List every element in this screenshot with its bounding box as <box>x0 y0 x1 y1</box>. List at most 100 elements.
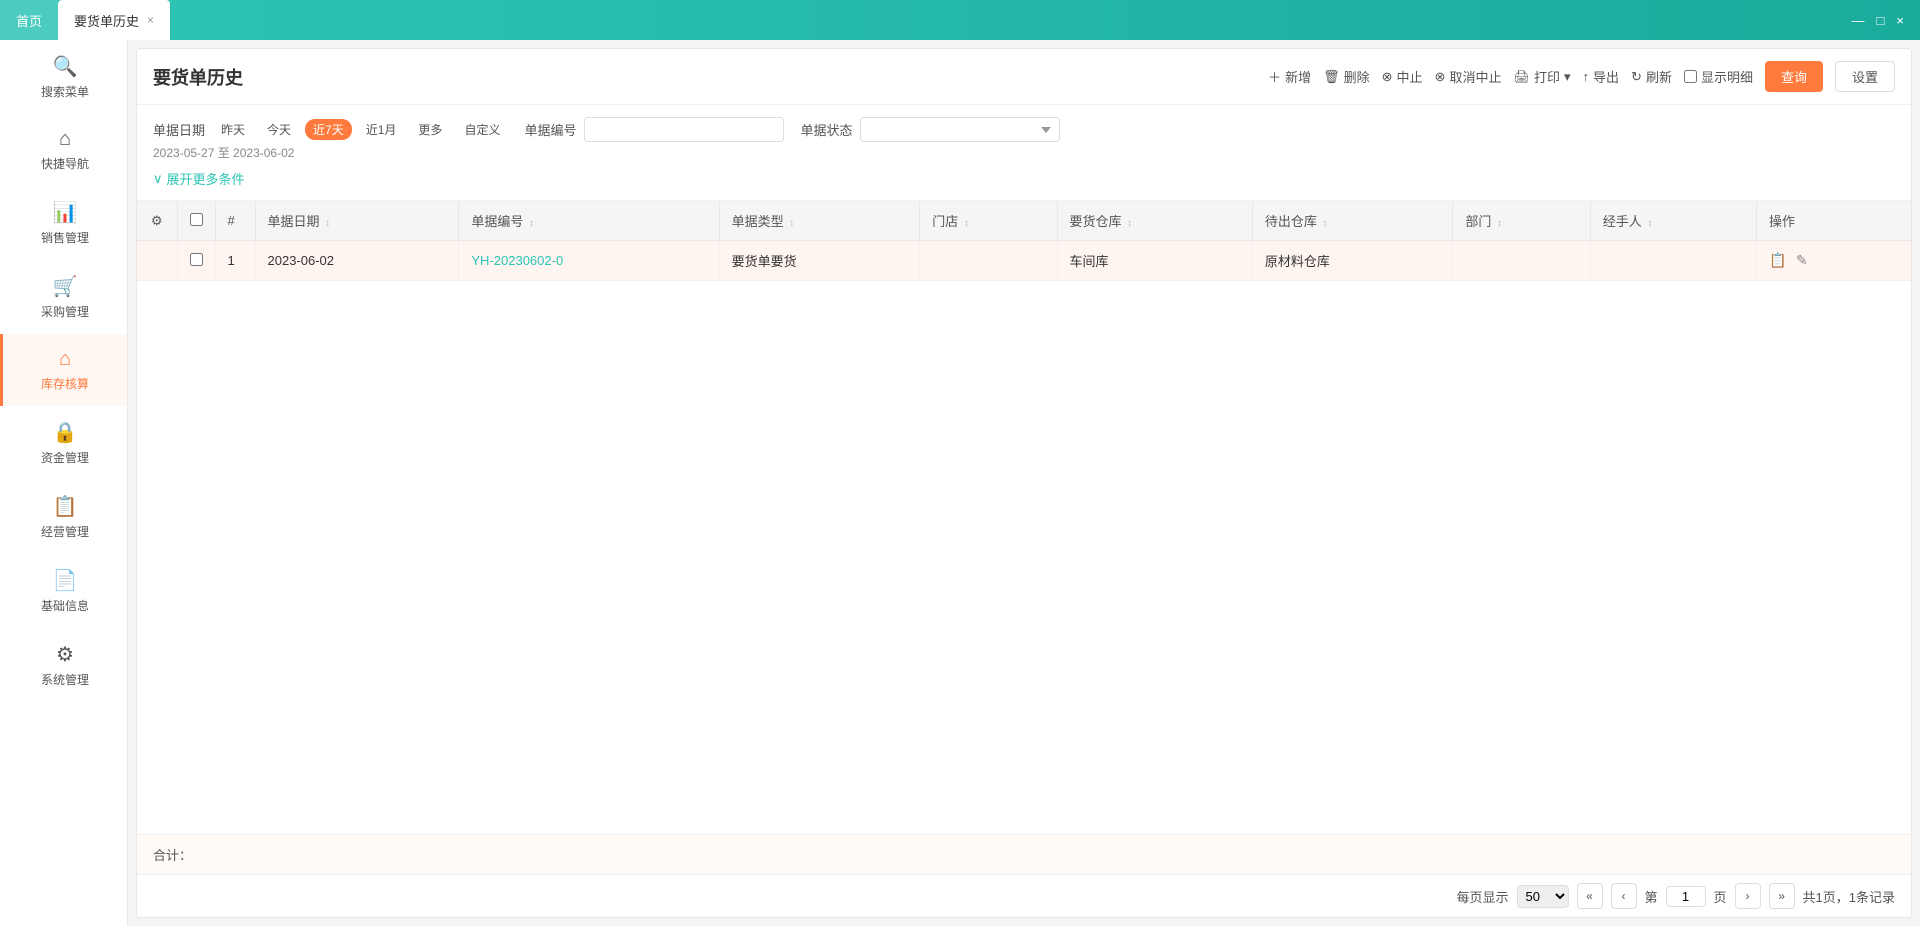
expand-more-label: 展开更多条件 <box>167 169 245 188</box>
print-icon: 🖨 <box>1513 69 1530 85</box>
print-button[interactable]: 🖨 打印 ▾ <box>1513 67 1570 86</box>
table-body: 1 2023-06-02 YH-20230602-0 要货单要货 车间库 原材料… <box>137 241 1911 281</box>
table-row: 1 2023-06-02 YH-20230602-0 要货单要货 车间库 原材料… <box>137 241 1911 281</box>
stop-icon: ⊗ <box>1382 69 1393 85</box>
tab-home-label: 首页 <box>16 11 42 30</box>
row-doc-no-link[interactable]: YH-20230602-0 <box>471 253 563 268</box>
show-detail-label: 显示明细 <box>1701 67 1753 86</box>
tab-close-icon[interactable]: × <box>147 13 154 27</box>
date-btn-1month[interactable]: 近1月 <box>358 119 405 140</box>
add-button[interactable]: ＋ 新增 <box>1268 67 1311 86</box>
col-doc-date[interactable]: 单据日期 ↕ <box>255 201 459 241</box>
refresh-button[interactable]: ↻ 刷新 <box>1631 67 1672 86</box>
cancel-stop-button[interactable]: ⊗ 取消中止 <box>1435 67 1502 86</box>
col-handler[interactable]: 经手人 ↕ <box>1590 201 1756 241</box>
table-footer: 合计： <box>137 834 1911 874</box>
next-page-button[interactable]: › <box>1735 883 1761 909</box>
window-maximize[interactable]: □ <box>1877 13 1885 28</box>
date-filter-label: 单据日期 <box>153 120 205 139</box>
window-controls: — □ × <box>1852 13 1920 28</box>
date-btn-yesterday[interactable]: 昨天 <box>213 119 253 140</box>
page-header: 要货单历史 ＋ 新增 🗑 删除 ⊗ 中止 ⊗ <box>137 49 1911 105</box>
expand-more-btn[interactable]: ∨ 展开更多条件 <box>153 169 1895 188</box>
per-page-select[interactable]: 50 10 20 100 <box>1517 885 1569 908</box>
sidebar-item-operations[interactable]: 📋 经营管理 <box>0 480 127 554</box>
sidebar-item-inventory[interactable]: ⌂ 库存核算 <box>0 334 127 406</box>
date-range-display: 2023-05-27 至 2023-06-02 <box>153 144 1895 161</box>
page-suffix-label: 页 <box>1714 887 1727 906</box>
first-page-button[interactable]: « <box>1577 883 1603 909</box>
sidebar-item-label: 采购管理 <box>41 303 89 320</box>
col-req-warehouse[interactable]: 要货仓库 ↕ <box>1057 201 1252 241</box>
date-btn-today[interactable]: 今天 <box>259 119 299 140</box>
stop-label: 中止 <box>1397 67 1423 86</box>
export-button[interactable]: ↑ 导出 <box>1583 67 1620 86</box>
row-doc-no: YH-20230602-0 <box>459 241 719 281</box>
print-label: 打印 <box>1534 67 1560 86</box>
last-page-button[interactable]: » <box>1769 883 1795 909</box>
col-pending-warehouse[interactable]: 待出仓库 ↕ <box>1252 201 1453 241</box>
col-settings[interactable]: ⚙ <box>137 201 177 241</box>
sidebar-item-sales[interactable]: 📊 销售管理 <box>0 186 127 260</box>
docno-filter-input[interactable] <box>584 117 784 142</box>
row-settings-cell <box>137 241 177 281</box>
sidebar-item-quick-nav[interactable]: ⌂ 快捷导航 <box>0 114 127 186</box>
sidebar-item-purchase[interactable]: 🛒 采购管理 <box>0 260 127 334</box>
finance-icon: 🔒 <box>53 420 78 445</box>
sidebar-item-system[interactable]: ⚙ 系统管理 <box>0 628 127 702</box>
docno-filter-group: 单据编号 <box>524 117 784 142</box>
row-doc-date: 2023-06-02 <box>255 241 459 281</box>
tab-history[interactable]: 要货单历史 × <box>58 0 170 40</box>
date-btn-custom[interactable]: 自定义 <box>456 119 508 140</box>
pagination-bar: 每页显示 50 10 20 100 « ‹ 第 页 › » 共1页，1条记录 <box>137 874 1911 917</box>
sidebar-item-search-menu[interactable]: 🔍 搜索菜单 <box>0 40 127 114</box>
row-handler <box>1590 241 1756 281</box>
top-navigation: 首页 要货单历史 × — □ × <box>0 0 1920 40</box>
status-filter-label: 单据状态 <box>800 120 852 139</box>
expand-more-icon: ∨ <box>153 171 163 187</box>
settings-button[interactable]: 设置 <box>1835 61 1895 92</box>
sidebar-item-basic-info[interactable]: 📄 基础信息 <box>0 554 127 628</box>
main-layout: 🔍 搜索菜单 ⌂ 快捷导航 📊 销售管理 🛒 采购管理 ⌂ 库存核算 🔒 资金管… <box>0 40 1920 926</box>
show-detail-input[interactable] <box>1684 70 1697 83</box>
delete-button[interactable]: 🗑 删除 <box>1323 67 1370 86</box>
row-view-button[interactable]: 📋 <box>1769 252 1786 268</box>
status-filter-select[interactable] <box>860 117 1060 142</box>
sidebar-item-finance[interactable]: 🔒 资金管理 <box>0 406 127 480</box>
prev-page-button[interactable]: ‹ <box>1611 883 1637 909</box>
system-icon: ⚙ <box>56 642 74 667</box>
sidebar-item-label: 库存核算 <box>41 375 89 392</box>
show-detail-checkbox[interactable]: 显示明细 <box>1684 67 1753 86</box>
cancel-stop-label: 取消中止 <box>1449 67 1501 86</box>
sidebar-item-label: 经营管理 <box>41 523 89 540</box>
col-doc-no[interactable]: 单据编号 ↕ <box>459 201 719 241</box>
select-all-checkbox[interactable] <box>190 213 203 226</box>
add-icon: ＋ <box>1268 67 1281 86</box>
date-btn-7days[interactable]: 近7天 <box>305 119 352 140</box>
total-info: 共1页，1条记录 <box>1803 887 1895 906</box>
row-edit-button[interactable]: ✎ <box>1796 252 1808 268</box>
col-doc-type[interactable]: 单据类型 ↕ <box>719 201 920 241</box>
col-store[interactable]: 门店 ↕ <box>920 201 1057 241</box>
col-department[interactable]: 部门 ↕ <box>1453 201 1590 241</box>
query-button[interactable]: 查询 <box>1765 61 1823 92</box>
cancel-stop-icon: ⊗ <box>1435 69 1446 85</box>
stop-button[interactable]: ⊗ 中止 <box>1382 67 1423 86</box>
sidebar-item-label: 基础信息 <box>41 597 89 614</box>
table-header: ⚙ # 单据日期 ↕ 单据编号 ↕ 单据类型 ↕ 门店 ↕ 要货仓库 ↕ 待出仓… <box>137 201 1911 241</box>
refresh-label: 刷新 <box>1646 67 1672 86</box>
page-number-input[interactable] <box>1666 886 1706 907</box>
footer-total-label: 合计： <box>153 848 192 863</box>
content-area: 要货单历史 ＋ 新增 🗑 删除 ⊗ 中止 ⊗ <box>128 40 1920 926</box>
tab-home[interactable]: 首页 <box>0 0 58 40</box>
window-minimize[interactable]: — <box>1852 13 1865 28</box>
row-actions-cell: 📋 ✎ <box>1756 241 1911 281</box>
export-label: 导出 <box>1593 67 1619 86</box>
date-btn-more[interactable]: 更多 <box>410 119 450 140</box>
print-dropdown-icon: ▾ <box>1564 69 1571 85</box>
inventory-icon: ⌂ <box>59 348 71 371</box>
row-checkbox[interactable] <box>190 253 203 266</box>
window-close[interactable]: × <box>1896 13 1904 28</box>
col-checkbox <box>177 201 215 241</box>
sidebar-item-label: 快捷导航 <box>41 155 89 172</box>
